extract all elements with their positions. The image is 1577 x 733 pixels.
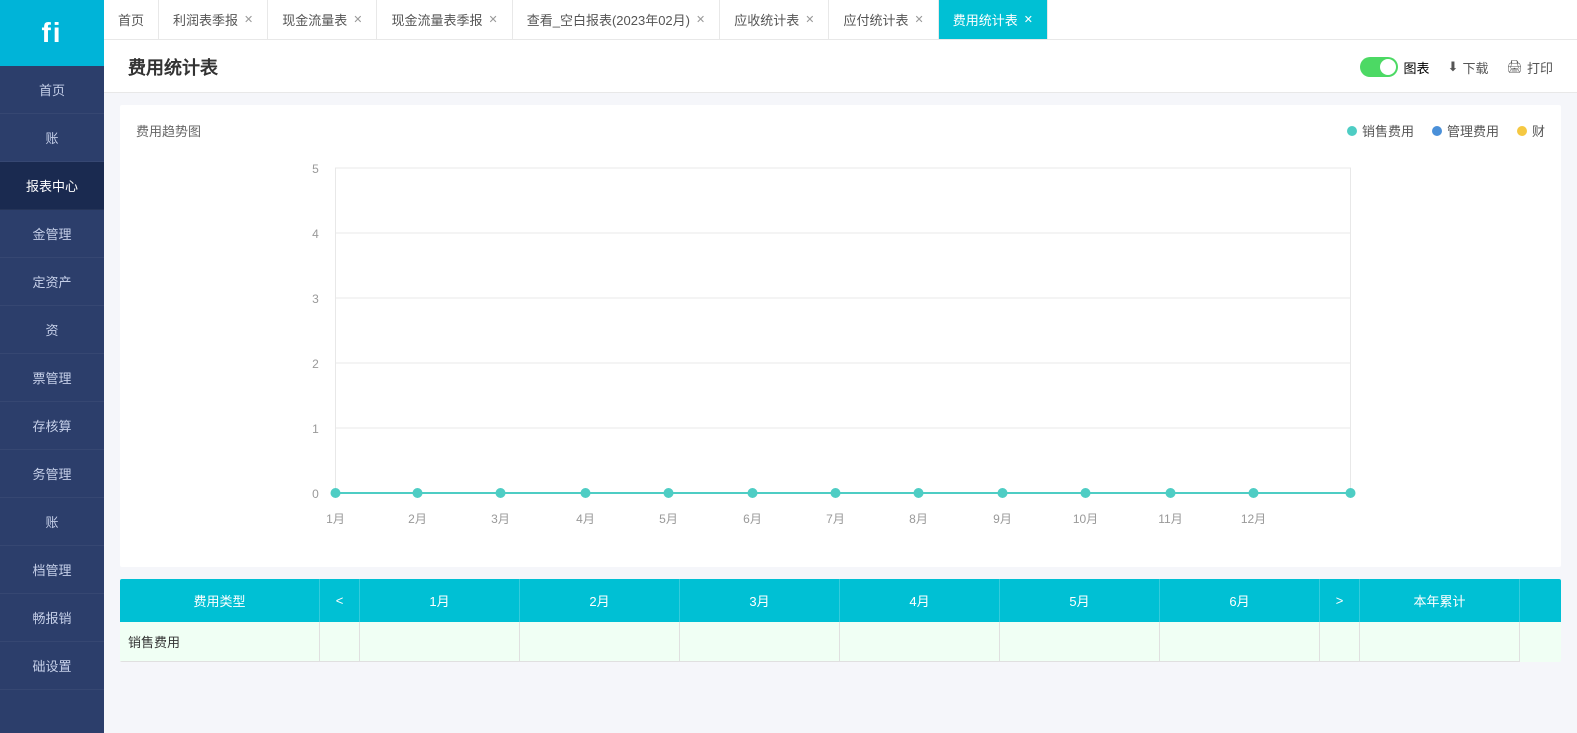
header-actions: 图表 ⬇ 下载 🖨 打印 [1360, 57, 1553, 77]
td-sales-m1 [360, 622, 520, 662]
th-month-1: 1月 [360, 579, 520, 622]
th-month-6: 6月 [1160, 579, 1320, 622]
legend-dot-sales [1347, 126, 1357, 136]
sidebar-item-settings[interactable]: 础设置 [0, 642, 104, 690]
close-tab-receivable[interactable]: ✕ [805, 13, 814, 26]
chart-toggle-wrap[interactable]: 图表 [1360, 57, 1430, 77]
chart-section: 费用趋势图 销售费用 管理费用 财 [120, 105, 1561, 567]
svg-text:6月: 6月 [743, 512, 762, 526]
svg-text:8月: 8月 [909, 512, 928, 526]
print-button[interactable]: 🖨 打印 [1506, 58, 1553, 77]
download-icon: ⬇ [1448, 59, 1459, 75]
svg-text:4月: 4月 [576, 512, 595, 526]
print-icon: 🖨 [1506, 59, 1523, 75]
th-month-4: 4月 [840, 579, 1000, 622]
svg-text:1月: 1月 [326, 512, 345, 526]
svg-text:9月: 9月 [993, 512, 1012, 526]
sidebar-item-service[interactable]: 务管理 [0, 450, 104, 498]
tab-cashflow-q[interactable]: 现金流量表季报 ✕ [377, 0, 512, 39]
td-sales-m2 [520, 622, 680, 662]
chart-container: 5 4 3 2 1 0 [136, 148, 1545, 551]
svg-text:1: 1 [312, 422, 319, 436]
chart-toggle[interactable] [1360, 57, 1398, 77]
svg-text:0: 0 [312, 487, 319, 501]
trend-chart: 5 4 3 2 1 0 [136, 148, 1545, 548]
sidebar-item-archive[interactable]: 档管理 [0, 546, 104, 594]
download-button[interactable]: ⬇ 下载 [1448, 58, 1489, 77]
td-sales-m6 [1160, 622, 1320, 662]
th-month-2: 2月 [520, 579, 680, 622]
td-label-sales: 销售费用 [120, 622, 320, 662]
th-prev-btn[interactable]: < [320, 579, 360, 622]
th-month-3: 3月 [680, 579, 840, 622]
close-tab-blank[interactable]: ✕ [696, 13, 705, 26]
legend-item-sales: 销售费用 [1347, 121, 1414, 140]
svg-text:5: 5 [312, 162, 319, 176]
tab-profit[interactable]: 利润表季报 ✕ [159, 0, 268, 39]
sidebar-item-ledger[interactable]: 账 [0, 498, 104, 546]
tab-home[interactable]: 首页 [104, 0, 159, 39]
tab-receivable[interactable]: 应收统计表 ✕ [720, 0, 829, 39]
svg-text:7月: 7月 [826, 512, 845, 526]
sidebar-item-invest[interactable]: 资 [0, 306, 104, 354]
svg-text:4: 4 [312, 227, 319, 241]
th-ytd: 本年累计 [1360, 579, 1520, 622]
page-title: 费用统计表 [128, 54, 218, 80]
chart-legend: 销售费用 管理费用 财 [1347, 121, 1545, 140]
sidebar-item-storage[interactable]: 存核算 [0, 402, 104, 450]
sidebar-item-report[interactable]: 报表中心 [0, 162, 104, 210]
svg-text:12月: 12月 [1241, 512, 1266, 526]
sidebar-logo: fi [0, 0, 104, 66]
sidebar-item-fund[interactable]: 金管理 [0, 210, 104, 258]
tab-blank[interactable]: 查看_空白报表(2023年02月) ✕ [513, 0, 721, 39]
td-sales-ytd [1360, 622, 1520, 662]
td-sales-next [1320, 622, 1360, 662]
svg-text:2月: 2月 [408, 512, 427, 526]
th-next-btn[interactable]: > [1320, 579, 1360, 622]
th-expense-type: 费用类型 [120, 579, 320, 622]
sidebar-item-ticket[interactable]: 票管理 [0, 354, 104, 402]
sidebar-item-home[interactable]: 首页 [0, 66, 104, 114]
page-header: 费用统计表 图表 ⬇ 下载 🖨 打印 [104, 40, 1577, 93]
sidebar-item-sale[interactable]: 畅报销 [0, 594, 104, 642]
svg-text:5月: 5月 [659, 512, 678, 526]
svg-text:3月: 3月 [491, 512, 510, 526]
th-month-5: 5月 [1000, 579, 1160, 622]
td-sales-m5 [1000, 622, 1160, 662]
legend-item-finance: 财 [1517, 121, 1545, 140]
close-tab-expense[interactable]: ✕ [1024, 13, 1033, 26]
td-sales-m4 [840, 622, 1000, 662]
svg-text:2: 2 [312, 357, 319, 371]
close-tab-cashflow[interactable]: ✕ [353, 13, 362, 26]
svg-text:3: 3 [312, 292, 319, 306]
chart-title: 费用趋势图 [136, 121, 201, 140]
svg-text:11月: 11月 [1158, 512, 1182, 526]
close-tab-profit[interactable]: ✕ [244, 13, 253, 26]
td-sales-m3 [680, 622, 840, 662]
table-section: 费用类型 < 1月 2月 3月 4月 5月 6月 > 本年累计 销售费用 [120, 579, 1561, 662]
table-header: 费用类型 < 1月 2月 3月 4月 5月 6月 > 本年累计 [120, 579, 1561, 622]
tabs-bar: 首页 利润表季报 ✕ 现金流量表 ✕ 现金流量表季报 ✕ 查看_空白报表(202… [104, 0, 1577, 40]
table-row-sales: 销售费用 [120, 622, 1561, 662]
sidebar: fi 首页 账 报表中心 金管理 定资产 资 票管理 存核算 务管理 账 档管理… [0, 0, 104, 733]
sidebar-item-assets[interactable]: 定资产 [0, 258, 104, 306]
sidebar-item-account[interactable]: 账 [0, 114, 104, 162]
tab-payable[interactable]: 应付统计表 ✕ [829, 0, 938, 39]
chart-header: 费用趋势图 销售费用 管理费用 财 [136, 121, 1545, 140]
close-tab-payable[interactable]: ✕ [914, 13, 923, 26]
legend-dot-admin [1432, 126, 1442, 136]
td-sales-nav [320, 622, 360, 662]
close-tab-cashflow-q[interactable]: ✕ [489, 13, 498, 26]
tab-expense[interactable]: 费用统计表 ✕ [939, 0, 1048, 39]
tab-cashflow[interactable]: 现金流量表 ✕ [268, 0, 377, 39]
content-area: 费用趋势图 销售费用 管理费用 财 [104, 93, 1577, 733]
legend-item-admin: 管理费用 [1432, 121, 1499, 140]
legend-dot-finance [1517, 126, 1527, 136]
main-area: 首页 利润表季报 ✕ 现金流量表 ✕ 现金流量表季报 ✕ 查看_空白报表(202… [104, 0, 1577, 733]
svg-text:10月: 10月 [1073, 512, 1098, 526]
chart-toggle-label: 图表 [1404, 58, 1430, 77]
